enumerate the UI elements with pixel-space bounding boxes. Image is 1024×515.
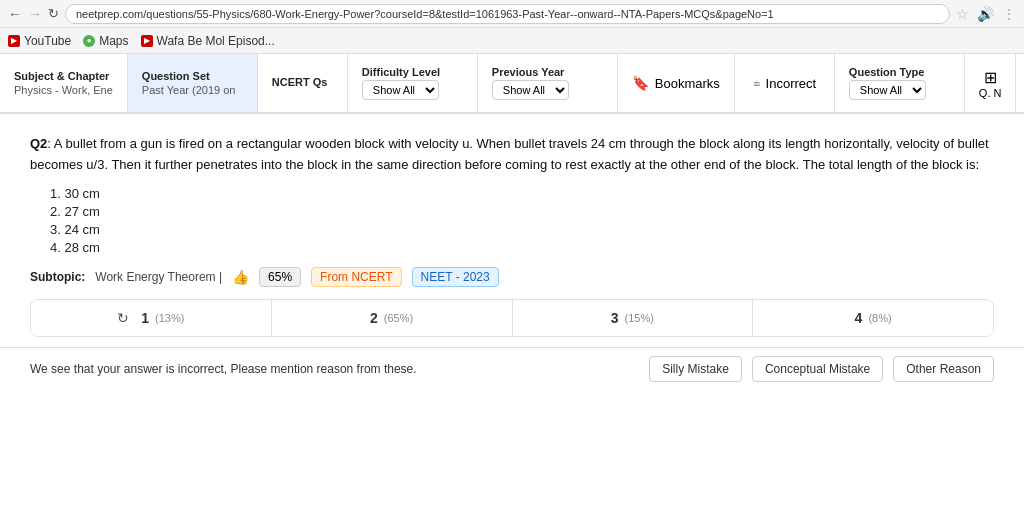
youtube-icon: ▶	[8, 35, 20, 47]
bookmark-youtube-label: YouTube	[24, 34, 71, 48]
bookmark-wafa[interactable]: ▶ Wafa Be Mol Episod...	[141, 34, 275, 48]
grid-icon: ⊞	[984, 68, 997, 87]
bookmark-maps-label: Maps	[99, 34, 128, 48]
thumbs-up-icon: 👍	[232, 269, 249, 285]
previous-year-select[interactable]: Show All	[492, 80, 569, 100]
reset-icon[interactable]: ↻	[117, 310, 129, 326]
subtopic-value: Work Energy Theorem |	[95, 270, 222, 284]
answer-num-2: 2	[370, 310, 378, 326]
filter-grid-view[interactable]: ⊞ Q. N	[965, 54, 1017, 112]
answer-pct-1: (13%)	[155, 312, 184, 324]
grid-view-label: Q. N	[979, 87, 1002, 99]
filter-question-set[interactable]: Question Set Past Year (2019 on	[128, 54, 258, 112]
exam-tag-badge: NEET - 2023	[412, 267, 499, 287]
bookmark-youtube[interactable]: ▶ YouTube	[8, 34, 71, 48]
silly-mistake-button[interactable]: Silly Mistake	[649, 356, 742, 382]
thumb-percent: 65%	[259, 267, 301, 287]
answer-pct-3: (15%)	[625, 312, 654, 324]
browser-top-bar: ← → ↻ neetprep.com/questions/55-Physics/…	[0, 0, 1024, 28]
main-content: Q2: A bullet from a gun is fired on a re…	[0, 114, 1024, 347]
video-icon: ▶	[141, 35, 153, 47]
answer-option-4[interactable]: 4 (8%)	[753, 300, 993, 336]
option-1[interactable]: 1. 30 cm	[50, 186, 994, 201]
previous-year-label: Previous Year	[492, 66, 603, 78]
question-set-label: Question Set	[142, 70, 243, 82]
option-3[interactable]: 3. 24 cm	[50, 222, 994, 237]
url-bar[interactable]: neetprep.com/questions/55-Physics/680-Wo…	[65, 4, 950, 24]
question-text: A bullet from a gun is fired on a rectan…	[30, 136, 989, 172]
speaker-icon[interactable]: 🔊	[977, 6, 994, 22]
bookmark-maps[interactable]: ● Maps	[83, 34, 128, 48]
bookmark-wafa-label: Wafa Be Mol Episod...	[157, 34, 275, 48]
answer-num-4: 4	[855, 310, 863, 326]
menu-icon[interactable]: ⋮	[1002, 6, 1016, 22]
answer-num-1: 1	[141, 310, 149, 326]
bottom-bar: We see that your answer is incorrect, Pl…	[0, 347, 1024, 390]
conceptual-mistake-button[interactable]: Conceptual Mistake	[752, 356, 883, 382]
other-reason-button[interactable]: Other Reason	[893, 356, 994, 382]
filter-subject-chapter[interactable]: Subject & Chapter Physics - Work, Ene	[0, 54, 128, 112]
filter-bar: Subject & Chapter Physics - Work, Ene Qu…	[0, 54, 1024, 114]
incorrect-label: Incorrect	[766, 76, 817, 91]
question-set-value: Past Year (2019 on	[142, 84, 243, 96]
filter-bookmarks[interactable]: 🔖 Bookmarks	[618, 54, 735, 112]
filter-question-type[interactable]: Question Type Show All	[835, 54, 965, 112]
answer-pct-4: (8%)	[868, 312, 891, 324]
incorrect-x-icon: ⩧	[753, 76, 760, 91]
bookmark-filter-icon: 🔖	[632, 75, 649, 91]
answer-pct-2: (65%)	[384, 312, 413, 324]
from-ncert-badge[interactable]: From NCERT	[311, 267, 401, 287]
question-type-select[interactable]: Show All	[849, 80, 926, 100]
subtopic-row: Subtopic: Work Energy Theorem | 👍 65% Fr…	[30, 267, 994, 287]
nav-icons[interactable]: ← → ↻	[8, 6, 59, 22]
answer-option-1[interactable]: ↻ 1 (13%)	[31, 300, 272, 336]
answer-bar: ↻ 1 (13%) 2 (65%) 3 (15%) 4 (8%)	[30, 299, 994, 337]
filter-ncert[interactable]: NCERT Qs	[258, 54, 348, 112]
subtopic-label: Subtopic:	[30, 270, 85, 284]
url-text: neetprep.com/questions/55-Physics/680-Wo…	[76, 8, 939, 20]
incorrect-message: We see that your answer is incorrect, Pl…	[30, 362, 639, 376]
filter-previous-year[interactable]: Previous Year Show All	[478, 54, 618, 112]
question-container: Q2: A bullet from a gun is fired on a re…	[30, 134, 994, 176]
reload-icon[interactable]: ↻	[48, 6, 59, 21]
answer-option-3[interactable]: 3 (15%)	[513, 300, 754, 336]
ncert-label: NCERT Qs	[272, 76, 333, 88]
option-2[interactable]: 2. 27 cm	[50, 204, 994, 219]
question-number: Q2	[30, 136, 47, 151]
difficulty-select[interactable]: Show All	[362, 80, 439, 100]
options-list: 1. 30 cm 2. 27 cm 3. 24 cm 4. 28 cm	[50, 186, 994, 255]
star-icon[interactable]: ☆	[956, 6, 969, 22]
option-4[interactable]: 4. 28 cm	[50, 240, 994, 255]
question-type-label: Question Type	[849, 66, 950, 78]
filter-difficulty[interactable]: Difficulty Level Show All	[348, 54, 478, 112]
bookmark-bar: ▶ YouTube ● Maps ▶ Wafa Be Mol Episod...	[0, 28, 1024, 54]
subject-chapter-value: Physics - Work, Ene	[14, 84, 113, 96]
forward-icon[interactable]: →	[28, 6, 42, 22]
maps-icon: ●	[83, 35, 95, 47]
browser-actions: ☆ 🔊 ⋮	[956, 6, 1016, 22]
answer-num-3: 3	[611, 310, 619, 326]
bookmarks-label: Bookmarks	[655, 76, 720, 91]
back-icon[interactable]: ←	[8, 6, 22, 22]
filter-incorrect[interactable]: ⩧ Incorrect	[735, 54, 835, 112]
difficulty-label: Difficulty Level	[362, 66, 463, 78]
answer-option-2[interactable]: 2 (65%)	[272, 300, 513, 336]
subject-chapter-label: Subject & Chapter	[14, 70, 113, 82]
